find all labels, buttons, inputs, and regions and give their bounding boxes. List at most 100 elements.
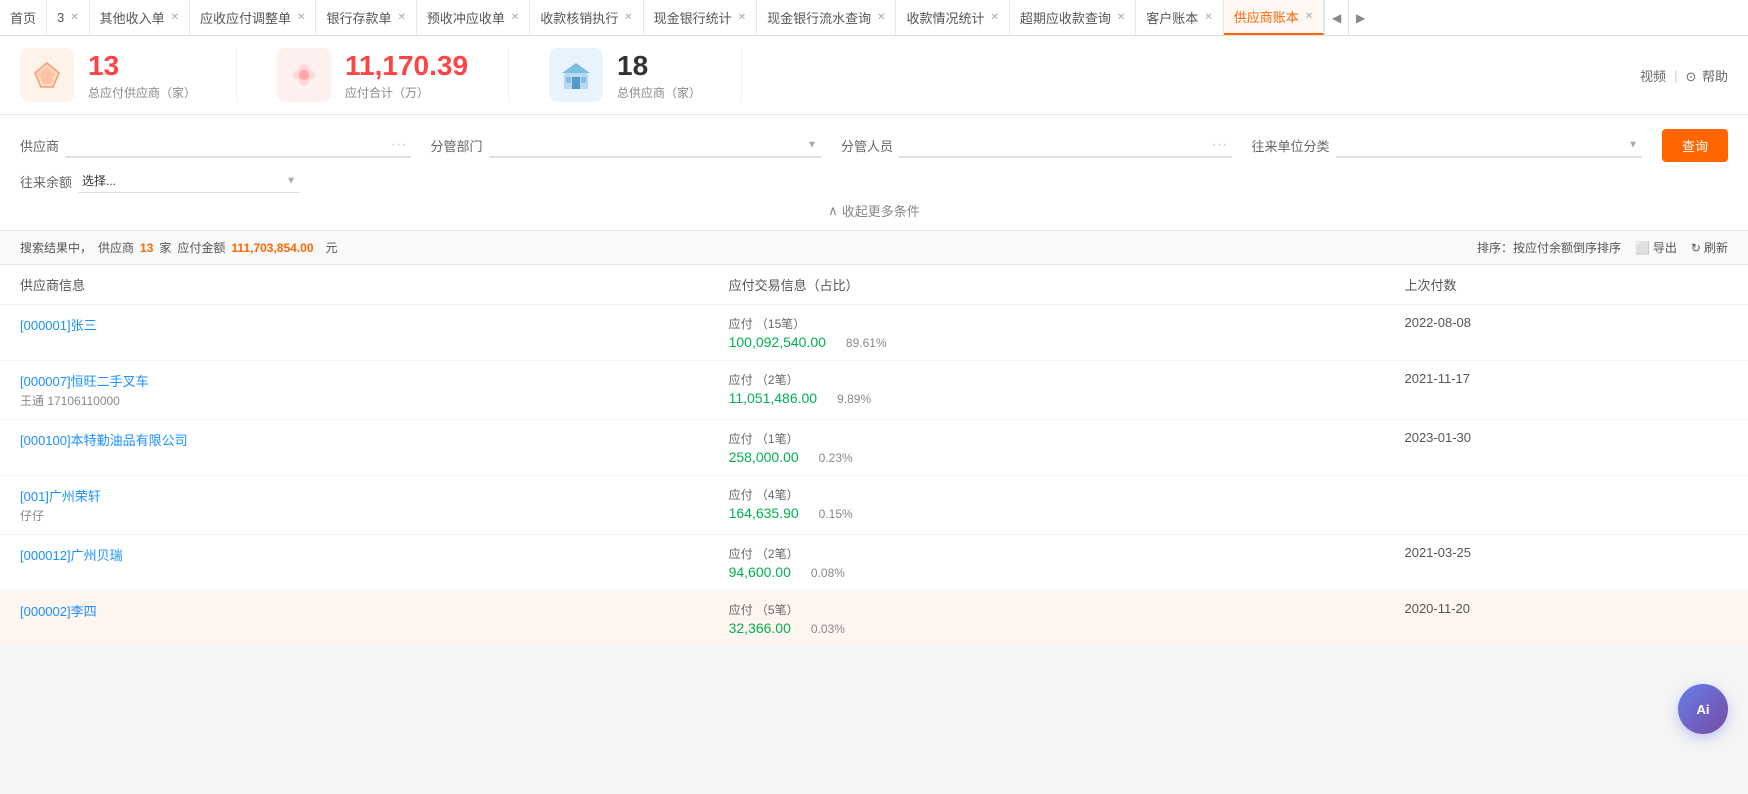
supplier-info-cell: [000001]张三 — [0, 305, 709, 361]
export-icon: ⬜ — [1635, 241, 1650, 255]
nav-tab-verify-close[interactable]: ✕ — [624, 12, 632, 23]
tx-amount[interactable]: 11,051,486.00 — [729, 390, 818, 406]
tx-info-cell: 应付 （2笔）11,051,486.009.89% — [709, 361, 1385, 420]
nav-tab-home-label: 首页 — [10, 8, 36, 27]
nav-tab-adjust[interactable]: 应收应付调整单 ✕ — [190, 0, 316, 35]
supplier-dots[interactable]: ··· — [391, 136, 407, 154]
tx-amount[interactable]: 258,000.00 — [729, 449, 799, 465]
nav-tab-bank-close[interactable]: ✕ — [397, 12, 405, 23]
nav-tab-verify[interactable]: 收款核销执行 ✕ — [530, 0, 643, 35]
nav-tab-cash-stat-label: 现金银行统计 — [654, 8, 732, 27]
supplier-filter-label: 供应商 — [20, 136, 59, 155]
tx-percent: 9.89% — [837, 392, 871, 406]
nav-tab-customer-book-close[interactable]: ✕ — [1204, 12, 1212, 23]
results-amount-value: 111,703,854.00 — [231, 241, 313, 255]
nav-tab-adjust-close[interactable]: ✕ — [297, 12, 305, 23]
nav-tab-bank[interactable]: 银行存款单 ✕ — [316, 0, 416, 35]
tx-amount[interactable]: 164,635.90 — [729, 505, 799, 521]
category-chevron-icon[interactable]: ▼ — [1628, 140, 1638, 151]
supplier-link[interactable]: [000002]李四 — [20, 604, 97, 619]
tx-label: 应付 （4笔） — [729, 486, 1365, 503]
table-row: [001]广州荣轩仔仔应付 （4笔）164,635.900.15% — [0, 476, 1748, 535]
collapse-label: 收起更多条件 — [842, 201, 920, 220]
supplier-link[interactable]: [000012]广州贝瑞 — [20, 548, 123, 563]
nav-tab-cash-flow-label: 现金银行流水查询 — [767, 8, 871, 27]
nav-tab-3-close[interactable]: ✕ — [70, 12, 78, 23]
stat-card-total-suppliers: 18 总供应商（家） — [549, 48, 742, 102]
collapse-button[interactable]: ∧ 收起更多条件 — [828, 201, 920, 220]
nav-tab-recv-stat-close[interactable]: ✕ — [991, 12, 999, 23]
stat-card-payable-amount: 11,170.39 应付合计（万） — [277, 48, 509, 102]
nav-tab-cash-flow-close[interactable]: ✕ — [877, 12, 885, 23]
tx-amount[interactable]: 32,366.00 — [729, 620, 791, 636]
refresh-button[interactable]: ↻ 刷新 — [1691, 239, 1728, 256]
top-right-links: 视频 | ⊙ 帮助 — [1640, 66, 1728, 85]
balance-select[interactable]: 选择... — [78, 170, 300, 192]
ai-badge[interactable]: Ai — [1678, 684, 1728, 734]
nav-tab-other-income-close[interactable]: ✕ — [171, 12, 179, 23]
table-header-row: 供应商信息 应付交易信息（占比） 上次付数 — [0, 265, 1748, 305]
table-row: [000002]李四应付 （5笔）32,366.000.03%2020-11-2… — [0, 591, 1748, 647]
tx-amount[interactable]: 100,092,540.00 — [729, 334, 826, 350]
nav-tab-verify-label: 收款核销执行 — [540, 8, 618, 27]
export-button[interactable]: ⬜ 导出 — [1635, 239, 1677, 256]
nav-next-arrow[interactable]: ▶ — [1348, 0, 1372, 35]
nav-tab-cash-stat[interactable]: 现金银行统计 ✕ — [644, 0, 757, 35]
tx-percent: 0.23% — [819, 451, 853, 465]
link-divider: | — [1674, 68, 1677, 83]
nav-tab-other-income[interactable]: 其他收入单 ✕ — [90, 0, 190, 35]
help-link[interactable]: ⊙ 帮助 — [1685, 66, 1728, 85]
department-chevron-icon[interactable]: ▼ — [807, 140, 817, 151]
tx-info-cell: 应付 （2笔）94,600.000.08% — [709, 535, 1385, 591]
table-row: [000001]张三应付 （15笔）100,092,540.0089.61%20… — [0, 305, 1748, 361]
tx-amount-row: 258,000.00 0.23% — [729, 447, 1365, 465]
results-amount-unit: 元 — [326, 239, 338, 256]
header-supplier-info: 供应商信息 — [0, 265, 709, 305]
nav-tab-cash-flow[interactable]: 现金银行流水查询 ✕ — [757, 0, 896, 35]
supplier-table: 供应商信息 应付交易信息（占比） 上次付数 [000001]张三应付 （15笔）… — [0, 265, 1748, 647]
stat-label-total-suppliers: 总供应商（家） — [617, 84, 701, 101]
nav-tab-pre-receive-close[interactable]: ✕ — [511, 12, 519, 23]
tx-amount[interactable]: 94,600.00 — [729, 564, 791, 580]
person-filter-label: 分管人员 — [841, 136, 893, 155]
supplier-info-cell: [000007]恒旺二手叉车王通 17106110000 — [0, 361, 709, 420]
nav-tab-overdue-close[interactable]: ✕ — [1117, 12, 1125, 23]
filter-department: 分管部门 ▼ — [431, 134, 822, 158]
supplier-input[interactable] — [65, 134, 410, 157]
supplier-input-wrap: ··· — [65, 134, 410, 158]
supplier-sub-info: 仔仔 — [20, 507, 689, 524]
nav-tab-pre-receive[interactable]: 预收冲应收单 ✕ — [417, 0, 530, 35]
supplier-link[interactable]: [000100]本特勤油品有限公司 — [20, 433, 188, 448]
nav-tab-home[interactable]: 首页 — [0, 0, 47, 35]
query-button[interactable]: 查询 — [1662, 129, 1728, 162]
tx-info-cell: 应付 （5笔）32,366.000.03% — [709, 591, 1385, 647]
person-input-wrap: ··· — [899, 134, 1231, 158]
supplier-link[interactable]: [001]广州荣轩 — [20, 489, 101, 504]
department-input[interactable] — [489, 134, 821, 157]
nav-tab-supplier-book[interactable]: 供应商账本 ✕ — [1224, 0, 1324, 35]
nav-tab-3[interactable]: 3 ✕ — [47, 0, 90, 35]
filter-person: 分管人员 ··· — [841, 134, 1232, 158]
supplier-link[interactable]: [000001]张三 — [20, 318, 97, 333]
last-payment-cell: 2021-03-25 — [1384, 535, 1748, 591]
tx-label: 应付 （1笔） — [729, 430, 1365, 447]
video-link[interactable]: 视频 — [1640, 66, 1666, 85]
nav-tab-customer-book[interactable]: 客户账本 ✕ — [1136, 0, 1223, 35]
nav-tab-recv-stat[interactable]: 收款情况统计 ✕ — [896, 0, 1009, 35]
sort-label[interactable]: 排序：按应付余额倒序排序 — [1477, 239, 1621, 256]
supplier-link[interactable]: [000007]恒旺二手叉车 — [20, 374, 149, 389]
person-input[interactable] — [899, 134, 1231, 157]
nav-prev-arrow[interactable]: ◀ — [1324, 0, 1348, 35]
tx-percent: 0.08% — [811, 566, 845, 580]
department-filter-label: 分管部门 — [431, 136, 483, 155]
person-dots[interactable]: ··· — [1212, 136, 1228, 154]
top-navigation: 首页 3 ✕ 其他收入单 ✕ 应收应付调整单 ✕ 银行存款单 ✕ 预收冲应收单 … — [0, 0, 1748, 36]
supplier-sub-info: 王通 17106110000 — [20, 392, 689, 409]
last-payment-cell: 2021-11-17 — [1384, 361, 1748, 420]
nav-tab-cash-stat-close[interactable]: ✕ — [738, 12, 746, 23]
results-supplier-label: 供应商 — [98, 239, 134, 256]
nav-tab-supplier-book-close[interactable]: ✕ — [1305, 11, 1313, 22]
nav-tab-overdue[interactable]: 超期应收款查询 ✕ — [1010, 0, 1136, 35]
category-input[interactable] — [1336, 134, 1642, 157]
tx-percent: 89.61% — [846, 336, 887, 350]
